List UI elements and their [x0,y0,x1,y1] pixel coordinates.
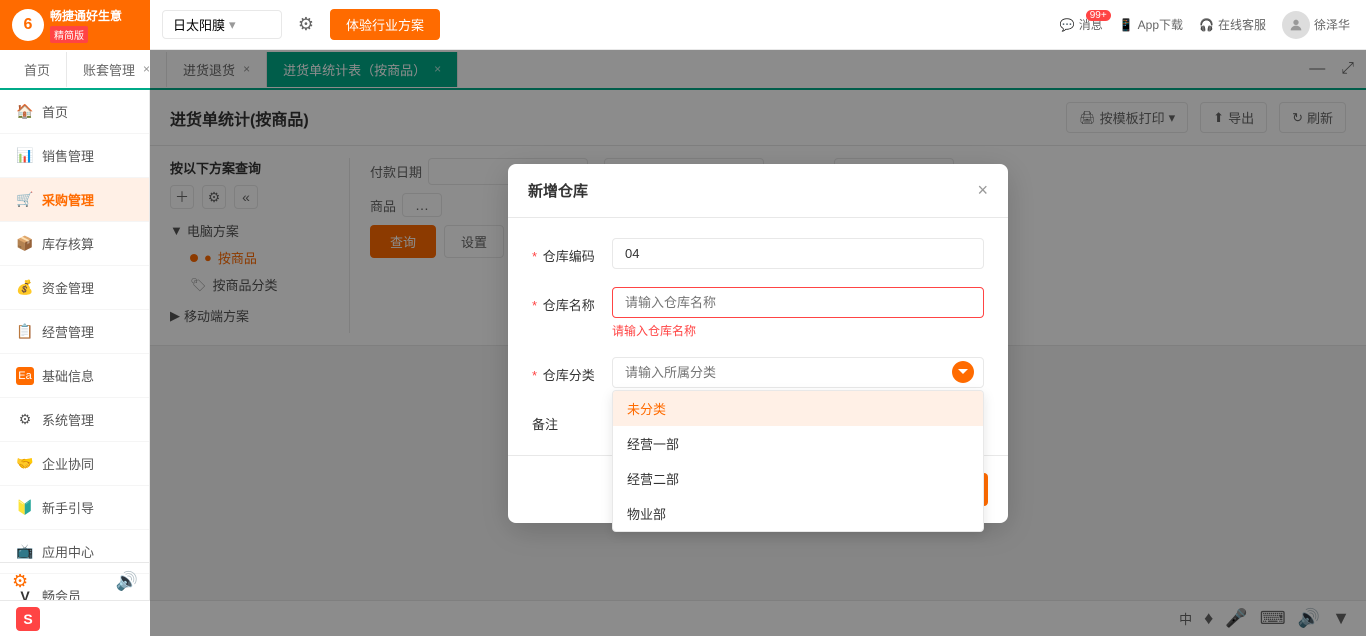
tab-home[interactable]: 首页 [8,52,67,87]
sidebar-item-system-label: 系统管理 [42,410,94,429]
sidebar-item-guide[interactable]: 🔰 新手引导 [0,486,149,530]
volume-icon[interactable]: 🔊 [116,571,138,592]
tab-home-label: 首页 [24,60,50,79]
category-form-row: * 仓库分类 未分类 经营一部 经营二部 物业部 [532,357,984,388]
required-mark: * [532,249,537,264]
category-dropdown-list: 未分类 经营一部 经营二部 物业部 [612,390,984,532]
sidebar-item-system[interactable]: ⚙ 系统管理 [0,398,149,442]
bottom-logo-icon: S [16,607,40,631]
new-warehouse-modal: 新增仓库 × * 仓库编码 * 仓库名称 [508,164,1008,523]
message-badge: 99+ [1086,10,1111,21]
category-label: * 仓库分类 [532,357,612,384]
sidebar-item-finance[interactable]: 💰 资金管理 [0,266,149,310]
name-label: * 仓库名称 [532,287,612,314]
store-dropdown-icon: ▾ [229,17,236,33]
sidebar-item-operations[interactable]: 📋 经营管理 [0,310,149,354]
system-icon: ⚙ [16,411,34,429]
sales-icon: 📊 [16,147,34,165]
modal-close-button[interactable]: × [977,180,988,201]
inventory-icon: 📦 [16,235,34,253]
sidebar-item-finance-label: 资金管理 [42,278,94,297]
modal-header: 新增仓库 × [508,164,1008,218]
tab-accounts-close[interactable]: × [143,62,150,76]
category-control: 未分类 经营一部 经营二部 物业部 [612,357,984,388]
logo-icon: 6 [12,9,44,41]
sidebar-item-purchase-label: 采购管理 [42,190,94,209]
sidebar-item-basic-info-label: 基础信息 [42,366,94,385]
sidebar-item-sales-label: 销售管理 [42,146,94,165]
top-header: 6 畅捷通好生意 精简版 日太阳膜 ▾ ⚙ 体验行业方案 💬 消息 99+ 📱 … [0,0,1366,50]
sidebar-item-purchase[interactable]: 🛒 采购管理 [0,178,149,222]
service-icon: 🎧 [1199,18,1214,32]
sidebar-item-inventory[interactable]: 📦 库存核算 [0,222,149,266]
code-control [612,238,984,269]
basic-info-icon: Ea [16,367,34,385]
logo-area: 6 畅捷通好生意 精简版 [0,0,150,50]
sidebar-item-home[interactable]: 🏠 首页 [0,90,149,134]
name-input[interactable] [612,287,984,318]
message-button[interactable]: 💬 消息 99+ [1060,16,1103,33]
modal-overlay: 新增仓库 × * 仓库编码 * 仓库名称 [150,50,1366,636]
code-label: * 仓库编码 [532,238,612,265]
code-form-row: * 仓库编码 [532,238,984,269]
sidebar-item-enterprise-label: 企业协同 [42,454,94,473]
avatar [1282,11,1310,39]
operations-icon: 📋 [16,323,34,341]
modal-body: * 仓库编码 * 仓库名称 请输入仓库名称 [508,218,1008,437]
category-dropdown-arrow[interactable] [952,361,974,383]
required-mark-name: * [532,298,537,313]
code-input[interactable] [612,238,984,269]
user-profile-button[interactable]: 徐泽华 [1282,11,1350,39]
message-icon: 💬 [1060,18,1075,32]
tab-accounts-label: 账套管理 [83,60,135,79]
modal-title: 新增仓库 [528,180,588,201]
app-icon: 📱 [1119,18,1134,32]
dropdown-item-dept2[interactable]: 经营二部 [613,461,983,496]
sidebar-item-operations-label: 经营管理 [42,322,94,341]
home-icon: 🏠 [16,103,34,121]
remark-label: 备注 [532,406,612,433]
enterprise-icon: 🤝 [16,455,34,473]
sidebar-item-guide-label: 新手引导 [42,498,94,517]
sidebar-item-home-label: 首页 [42,102,68,121]
logo-text: 畅捷通好生意 精简版 [50,7,122,43]
sidebar-item-app-center-label: 应用中心 [42,542,94,561]
online-service-button[interactable]: 🎧 在线客服 [1199,16,1266,33]
sidebar-item-basic-info[interactable]: Ea 基础信息 [0,354,149,398]
sidebar: 🏠 首页 📊 销售管理 🛒 采购管理 📦 库存核算 💰 资金管理 📋 经营管理 … [0,90,150,636]
dropdown-item-property[interactable]: 物业部 [613,496,983,531]
settings-bottom-icon[interactable]: ⚙ [12,571,28,592]
trial-button[interactable]: 体验行业方案 [330,9,440,40]
name-form-row: * 仓库名称 请输入仓库名称 [532,287,984,339]
bottom-logo: S [16,607,40,631]
dropdown-item-dept1[interactable]: 经营一部 [613,426,983,461]
app-center-icon: 📺 [16,543,34,561]
logo-badge: 精简版 [50,26,88,43]
name-control: 请输入仓库名称 [612,287,984,339]
header-right: 💬 消息 99+ 📱 App下载 🎧 在线客服 徐泽华 [1060,11,1350,39]
guide-icon: 🔰 [16,499,34,517]
sidebar-item-sales[interactable]: 📊 销售管理 [0,134,149,178]
sidebar-bottom-bar: ⚙ 🔊 [0,562,150,600]
gear-button[interactable]: ⚙ [294,13,318,37]
sidebar-item-inventory-label: 库存核算 [42,234,94,253]
store-selector[interactable]: 日太阳膜 ▾ [162,10,282,39]
user-name: 徐泽华 [1314,16,1350,33]
required-mark-cat: * [532,368,537,383]
gear-icon: ⚙ [298,14,314,35]
app-download-button[interactable]: 📱 App下载 [1119,16,1183,33]
purchase-icon: 🛒 [16,191,34,209]
name-error-message: 请输入仓库名称 [612,322,984,339]
sidebar-item-enterprise[interactable]: 🤝 企业协同 [0,442,149,486]
store-name: 日太阳膜 [173,15,225,34]
dropdown-item-uncategorized[interactable]: 未分类 [613,391,983,426]
category-input[interactable] [612,357,984,388]
finance-icon: 💰 [16,279,34,297]
